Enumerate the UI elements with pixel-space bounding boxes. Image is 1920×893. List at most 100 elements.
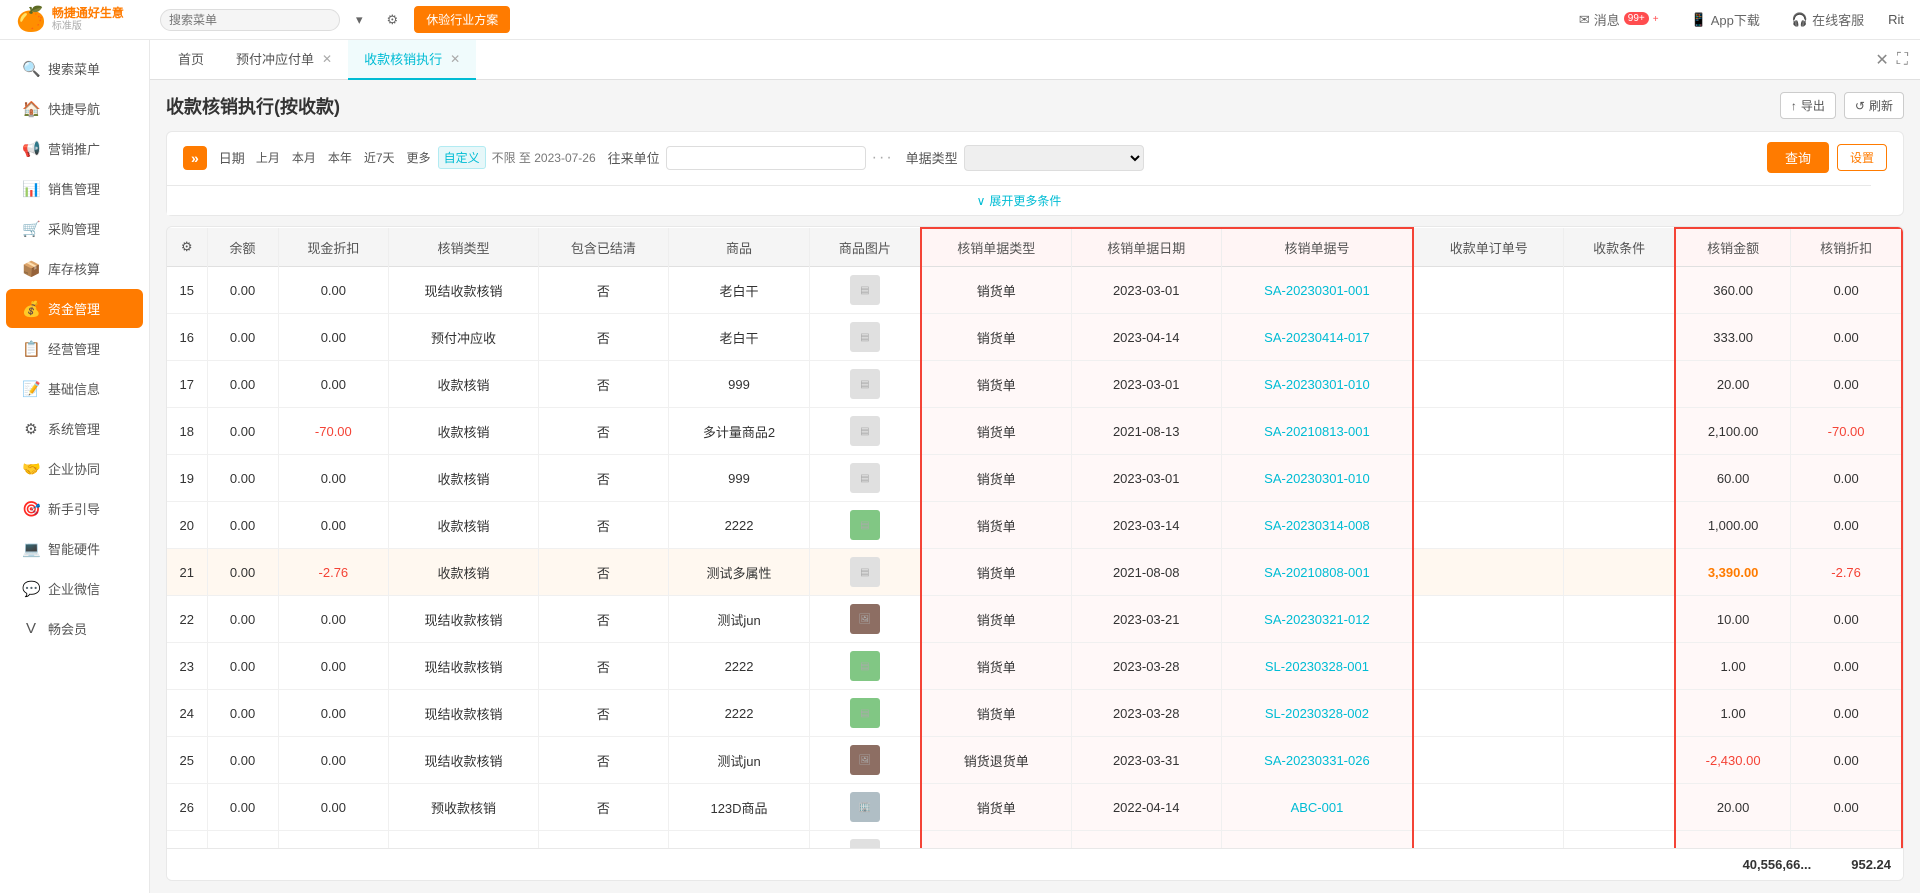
cell-cash-discount: 0.00 [278,502,388,549]
sidebar-item-marketing[interactable]: 📢营销推广 [6,129,143,168]
writeoff-number-link[interactable]: SA-20230301-001 [1264,283,1370,298]
voucher-type-label: 单据类型 [906,148,958,167]
writeoff-number-link[interactable]: SA-20230301-010 [1264,377,1370,392]
writeoff-number-link[interactable]: ABC-001 [1291,800,1344,815]
cell-writeoff-number: SL-20230408-001 [1221,831,1413,849]
cell-writeoff-date: 2023-03-21 [1071,596,1221,643]
writeoff-number-link[interactable]: SA-20230331-026 [1264,753,1370,768]
cell-collection-order [1413,596,1564,643]
sidebar-item-sales[interactable]: 📊销售管理 [6,169,143,208]
sidebar-item-hardware[interactable]: 💻智能硬件 [6,529,143,568]
writeoff-number-link[interactable]: SA-20210813-001 [1264,424,1370,439]
product-thumb: ▤ [850,698,880,728]
this-month-btn[interactable]: 本月 [287,146,321,169]
sidebar-label-enterprise: 企业协同 [48,459,100,478]
online-service-btn[interactable]: 🎧 在线客服 [1784,6,1872,33]
sidebar-item-quick-nav[interactable]: 🏠快捷导航 [6,89,143,128]
th-settings[interactable]: ⚙ [167,228,207,267]
cell-writeoff-amount: 2,100.00 [1675,408,1791,455]
cell-writeoff-amount: 1.00 [1675,690,1791,737]
sidebar-item-system[interactable]: ⚙系统管理 [6,409,143,448]
tab-home[interactable]: 首页 [162,40,220,80]
industry-btn[interactable]: 休验行业方案 [414,6,510,33]
sidebar-item-operation[interactable]: 📋经营管理 [6,329,143,368]
tab-maximize-btn[interactable]: ⛶ [1897,51,1908,69]
sidebar-item-guide[interactable]: 🎯新手引导 [6,489,143,528]
cell-collection-condition [1564,643,1675,690]
sidebar-item-basic[interactable]: 📝基础信息 [6,369,143,408]
product-thumb: 🏢 [850,792,880,822]
writeoff-number-link[interactable]: SA-20230414-017 [1264,330,1370,345]
cell-product-img: ▤ [810,502,921,549]
cell-row-num: 16 [167,314,207,361]
cell-cash-discount: 0.00 [278,361,388,408]
app-download-btn[interactable]: 📱 App下载 [1683,6,1768,33]
this-year-btn[interactable]: 本年 [323,146,357,169]
sidebar-item-inventory[interactable]: 📦库存核算 [6,249,143,288]
cell-writeoff-voucher-type: 销货单 [921,455,1072,502]
tab-close-all-btn[interactable]: ✕ [1875,50,1888,70]
tab-close-prepay[interactable]: ✕ [322,52,332,66]
cell-writeoff-number: SL-20230328-001 [1221,643,1413,690]
cell-row-num: 18 [167,408,207,455]
query-btn[interactable]: 查询 [1767,142,1829,173]
export-btn[interactable]: ↑ 导出 [1780,92,1836,119]
writeoff-number-link[interactable]: SA-20230301-010 [1264,471,1370,486]
tab-prepay[interactable]: 预付冲应付单✕ [220,40,348,80]
refresh-btn[interactable]: ↺ 刷新 [1844,92,1904,119]
cell-product-img: ▤ [810,643,921,690]
writeoff-number-link[interactable]: SL-20230328-002 [1265,706,1369,721]
expand-conditions-btn[interactable]: ∨ 展开更多条件 [167,185,1871,215]
cell-writeoff-date: 2023-03-28 [1071,690,1221,737]
cell-product-img: ▤ [810,549,921,596]
app-download-label: App下载 [1711,10,1760,29]
settings-icon-btn[interactable]: ⚙ [379,8,407,32]
sidebar-item-wechat[interactable]: 💬企业微信 [6,569,143,608]
cell-collection-condition [1564,784,1675,831]
refresh-label: 刷新 [1869,97,1893,114]
sidebar-item-search[interactable]: 🔍搜索菜单 [6,49,143,88]
cell-writeoff-voucher-type: 销货单 [921,549,1072,596]
last-7-days-btn[interactable]: 近7天 [359,146,400,169]
writeoff-number-link[interactable]: SA-20230321-012 [1264,612,1370,627]
writeoff-number-link[interactable]: SA-20230314-008 [1264,518,1370,533]
dropdown-btn[interactable]: ▾ [348,8,371,32]
tab-collection[interactable]: 收款核销执行✕ [348,40,476,80]
tab-close-collection[interactable]: ✕ [450,52,460,66]
product-thumb: ▤ [850,416,880,446]
cell-row-num: 15 [167,267,207,314]
last-month-btn[interactable]: 上月 [251,146,285,169]
quick-nav-icon: 🏠 [22,100,40,118]
table-scroll[interactable]: ⚙ 余额 现金折扣 核销类型 包含已结清 商品 商品图片 核销单据类型 核销单据… [167,227,1903,848]
sidebar-item-finance[interactable]: 💰资金管理 [6,289,143,328]
cell-row-num: 24 [167,690,207,737]
notification-btn[interactable]: ✉ 消息 99+ + [1571,6,1667,33]
writeoff-number-link[interactable]: SL-20230328-001 [1265,659,1369,674]
sidebar-item-enterprise[interactable]: 🤝企业协同 [6,449,143,488]
cell-writeoff-amount: 360.00 [1675,267,1791,314]
filter-settings-btn[interactable]: 设置 [1837,144,1887,171]
more-date-btn[interactable]: 更多 [402,146,436,169]
cell-cash-discount: 0.00 [278,784,388,831]
writeoff-number-link[interactable]: SA-20210808-001 [1264,565,1370,580]
sidebar-label-hardware: 智能硬件 [48,539,100,558]
date-range-display: 不限 至 2023-07-26 [492,149,596,166]
cell-writeoff-date: 2023-03-01 [1071,455,1221,502]
sidebar-item-member[interactable]: V畅会员 [6,609,143,648]
cell-balance: 0.00 [207,314,278,361]
sidebar-item-purchase[interactable]: 🛒采购管理 [6,209,143,248]
cell-writeoff-amount: 1.00 [1675,643,1791,690]
total-discount-item: 952.24 [1851,857,1891,872]
filter-toggle-btn[interactable]: » [183,146,207,170]
product-thumb: ▤ [850,275,880,305]
cell-balance: 0.00 [207,455,278,502]
sales-icon: 📊 [22,180,40,198]
partner-input[interactable] [666,146,866,170]
top-search-input[interactable] [160,9,340,31]
partner-dots[interactable]: ··· [872,149,894,167]
cell-collection-condition [1564,690,1675,737]
cell-product-img: ▤ [810,408,921,455]
voucher-type-select[interactable] [964,145,1144,171]
custom-date-btn[interactable]: 自定义 [438,146,486,169]
table-row: 18 0.00 -70.00 收款核销 否 多计量商品2 ▤ 销货单 2021-… [167,408,1902,455]
